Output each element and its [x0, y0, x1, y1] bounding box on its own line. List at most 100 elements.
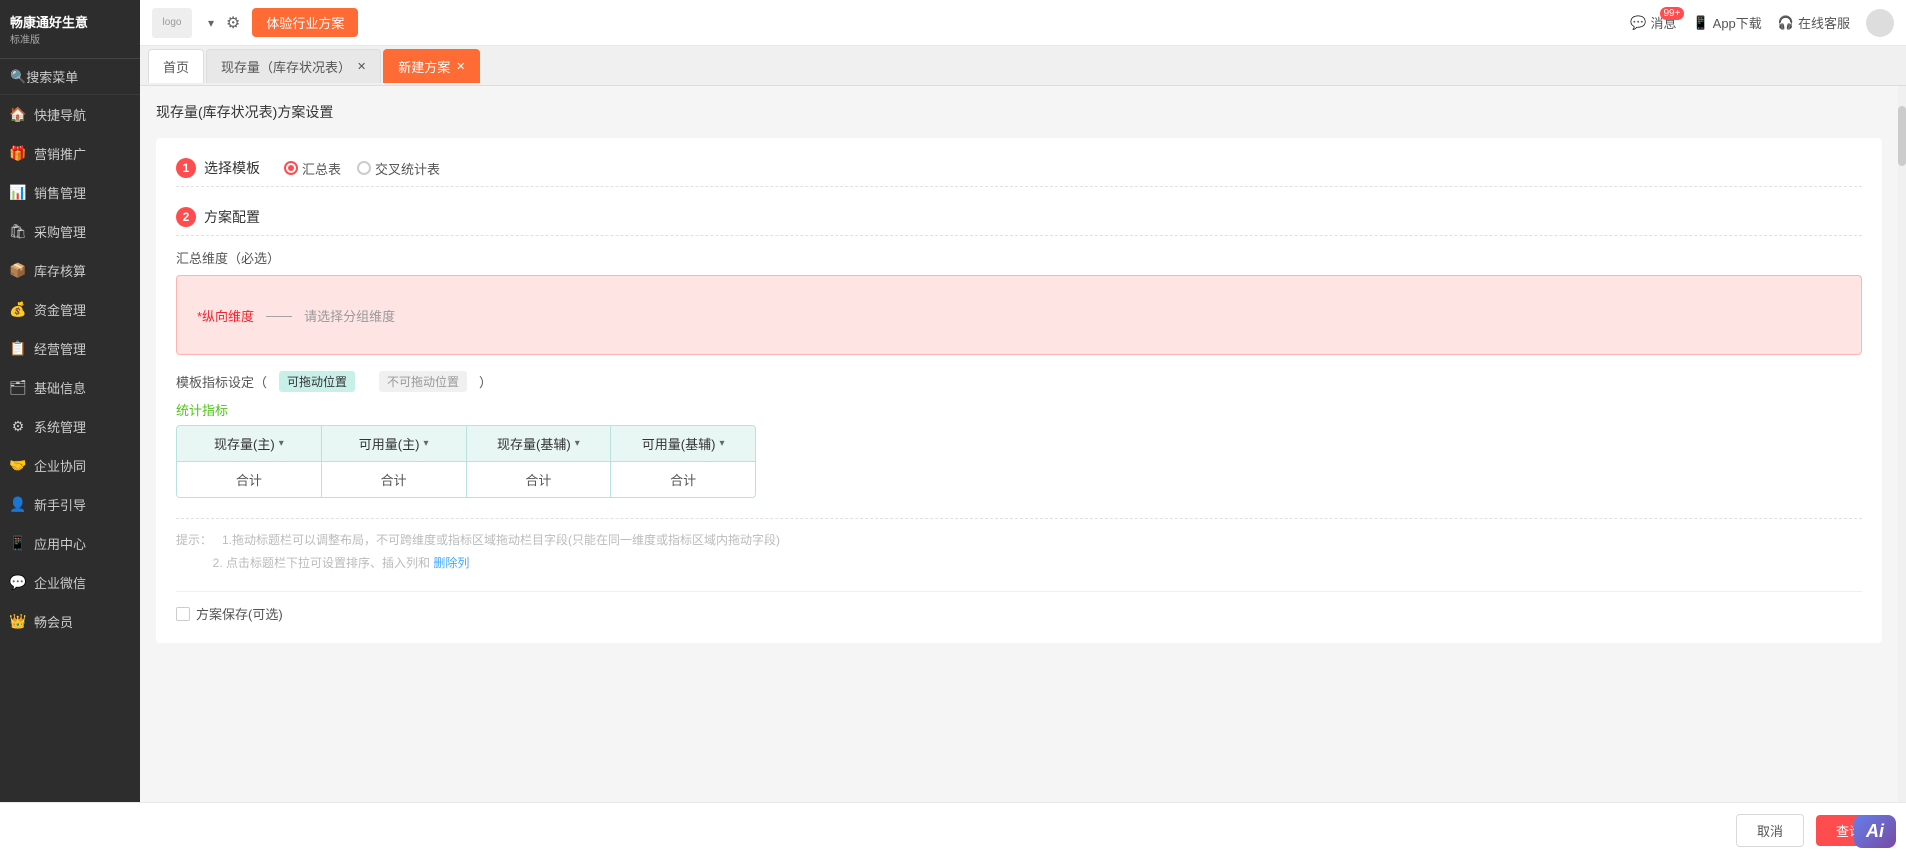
tab-new-scheme[interactable]: 新建方案 ✕ [383, 49, 480, 83]
purchase-icon: 🛍 [10, 224, 26, 240]
drag-badge: 可拖动位置 [279, 371, 355, 392]
tip-line-1: 提示： 1.拖动标题栏可以调整布局，不可跨维度或指标区域拖动栏目字段(只能在同一… [176, 531, 1862, 548]
sidebar-item-label: 经营管理 [34, 339, 86, 358]
app-download-label: App下载 [1713, 13, 1762, 32]
tabbar: 首页 现存量（库存状况表） ✕ 新建方案 ✕ ✕ ⤢ [140, 46, 1906, 86]
tips-label: 提示： 1.拖动标题栏可以调整布局，不可跨维度或指标区域拖动栏目字段(只能在同一… [176, 533, 780, 547]
stats-col-2-label: 现存量(基辅) [497, 434, 571, 453]
section-1-title: 选择模板 [204, 158, 260, 178]
dimension-area-label: 汇总维度（必选） [176, 248, 1862, 267]
tab-new-scheme-label: 新建方案 [398, 57, 450, 76]
search-icon: 🔍 [10, 69, 26, 85]
sidebar-item-label: 系统管理 [34, 417, 86, 436]
tab-home[interactable]: 首页 [148, 49, 204, 83]
operations-icon: 📋 [10, 341, 26, 357]
sidebar-item-label: 营销推广 [34, 144, 86, 163]
section-2-header: 2 方案配置 [176, 207, 1862, 236]
topbar-right: 💬 消息 99+ 📱 App下载 🎧 在线客服 [1630, 9, 1894, 37]
radio-cross-circle [357, 161, 371, 175]
indicator-settings-label-suffix: ） [479, 372, 492, 391]
tip-2-prefix: 2. 点击标题栏下拉可设置排序、插入列和 [176, 556, 430, 570]
ai-badge[interactable]: Ai [1854, 815, 1896, 848]
sidebar-item-marketing[interactable]: 🎁 营销推广 [0, 134, 140, 173]
page-title: 现存量(库存状况表)方案设置 [156, 102, 1882, 122]
sidebar-header: 畅康通好生意 标准版 [0, 0, 140, 59]
inventory-icon: 📦 [10, 263, 26, 279]
sidebar-search[interactable]: 🔍 搜索菜单 [0, 59, 140, 95]
sidebar-item-inventory[interactable]: 📦 库存核算 [0, 251, 140, 290]
save-checkbox-label: 方案保存(可选) [196, 604, 283, 623]
stats-col-3-chevron[interactable]: ▾ [719, 438, 724, 449]
sidebar-item-quick-nav[interactable]: 🏠 快捷导航 [0, 95, 140, 134]
messages-item[interactable]: 💬 消息 99+ [1630, 13, 1676, 32]
stats-col-0[interactable]: 现存量(主) ▾ [177, 426, 322, 461]
tab-inventory-close[interactable]: ✕ [357, 60, 366, 73]
sidebar-item-finance[interactable]: 💰 资金管理 [0, 290, 140, 329]
tab-inventory[interactable]: 现存量（库存状况表） ✕ [206, 49, 381, 83]
sidebar-item-sales[interactable]: 📊 销售管理 [0, 173, 140, 212]
tip-line-2: 2. 点击标题栏下拉可设置排序、插入列和 删除列 [176, 554, 1862, 571]
stats-col-2-chevron[interactable]: ▾ [575, 438, 580, 449]
cooperation-icon: 🤝 [10, 458, 26, 474]
sidebar-item-cooperation[interactable]: 🤝 企业协同 [0, 446, 140, 485]
stats-cell-0-3: 合计 [611, 462, 755, 497]
trial-button[interactable]: 体验行业方案 [252, 8, 358, 37]
search-label: 搜索菜单 [26, 67, 78, 86]
stats-col-1[interactable]: 可用量(主) ▾ [322, 426, 467, 461]
save-checkbox[interactable] [176, 607, 190, 621]
section-1-num: 1 [176, 158, 196, 178]
sidebar-item-app-center[interactable]: 📱 应用中心 [0, 524, 140, 563]
stats-table-row-0: 合计 合计 合计 合计 [177, 461, 755, 497]
sidebar-item-label: 新手引导 [34, 495, 86, 514]
marketing-icon: 🎁 [10, 146, 26, 162]
sidebar-item-onboarding[interactable]: 👤 新手引导 [0, 485, 140, 524]
sidebar-item-label: 销售管理 [34, 183, 86, 202]
stats-cell-0-1: 合计 [322, 462, 467, 497]
radio-cross-label: 交叉统计表 [375, 159, 440, 178]
sidebar-item-members[interactable]: 👑 畅会员 [0, 602, 140, 641]
radio-cross[interactable]: 交叉统计表 [357, 159, 440, 178]
sidebar-item-system[interactable]: ⚙ 系统管理 [0, 407, 140, 446]
sidebar-item-basic-info[interactable]: 🗂 基础信息 [0, 368, 140, 407]
sidebar-item-operations[interactable]: 📋 经营管理 [0, 329, 140, 368]
sidebar-item-label: 快捷导航 [34, 105, 86, 124]
app-download-item[interactable]: 📱 App下载 [1692, 13, 1761, 32]
stats-table: 现存量(主) ▾ 可用量(主) ▾ 现存量(基辅) [176, 425, 756, 498]
topbar-dropdown[interactable]: ▾ [208, 16, 214, 30]
quick-nav-icon: 🏠 [10, 107, 26, 123]
stats-col-0-chevron[interactable]: ▾ [279, 438, 284, 449]
customer-service-item[interactable]: 🎧 在线客服 [1778, 13, 1850, 32]
radio-summary[interactable]: 汇总表 [284, 159, 341, 178]
sidebar-item-wechat[interactable]: 💬 企业微信 [0, 563, 140, 602]
onboarding-icon: 👤 [10, 497, 26, 513]
tip-2-link[interactable]: 删除列 [433, 556, 469, 570]
sidebar-item-label: 畅会员 [34, 612, 73, 631]
members-icon: 👑 [10, 614, 26, 630]
dimension-area[interactable]: *纵向维度 —— 请选择分组维度 [176, 275, 1862, 355]
scrollbar-thumb[interactable] [1898, 106, 1906, 166]
cancel-button[interactable]: 取消 [1736, 814, 1804, 847]
indicator-settings: 模板指标设定（ 可拖动位置 不可拖动位置 ） 统 [176, 371, 1862, 498]
dimension-placeholder: 请选择分组维度 [304, 306, 395, 325]
stats-col-0-label: 现存量(主) [214, 434, 275, 453]
content-wrapper: 现存量(库存状况表)方案设置 1 选择模板 汇总表 [140, 86, 1906, 858]
dimension-dash: —— [266, 308, 292, 323]
stats-cell-0-2: 合计 [467, 462, 612, 497]
user-avatar[interactable] [1866, 9, 1894, 37]
save-checkbox-area: 方案保存(可选) [176, 591, 1862, 623]
topbar-logo: logo [152, 8, 192, 38]
stats-col-1-chevron[interactable]: ▾ [423, 438, 428, 449]
tab-new-scheme-close[interactable]: ✕ [456, 60, 465, 73]
scrollbar-vertical[interactable] [1898, 86, 1906, 858]
topbar-settings-icon[interactable]: ⚙ [222, 9, 244, 37]
topbar: logo ▾ ⚙ 体验行业方案 💬 消息 99+ 📱 App下载 🎧 在线客服 [140, 0, 1906, 46]
sidebar-item-label: 基础信息 [34, 378, 86, 397]
stats-col-3[interactable]: 可用量(基辅) ▾ [611, 426, 755, 461]
no-drag-badge: 不可拖动位置 [379, 371, 467, 392]
stats-col-2[interactable]: 现存量(基辅) ▾ [467, 426, 612, 461]
section-2-num: 2 [176, 207, 196, 227]
app-edition: 标准版 [10, 31, 130, 46]
template-radio-group: 汇总表 交叉统计表 [284, 159, 440, 178]
sidebar-item-label: 资金管理 [34, 300, 86, 319]
sidebar-item-purchase[interactable]: 🛍 采购管理 [0, 212, 140, 251]
